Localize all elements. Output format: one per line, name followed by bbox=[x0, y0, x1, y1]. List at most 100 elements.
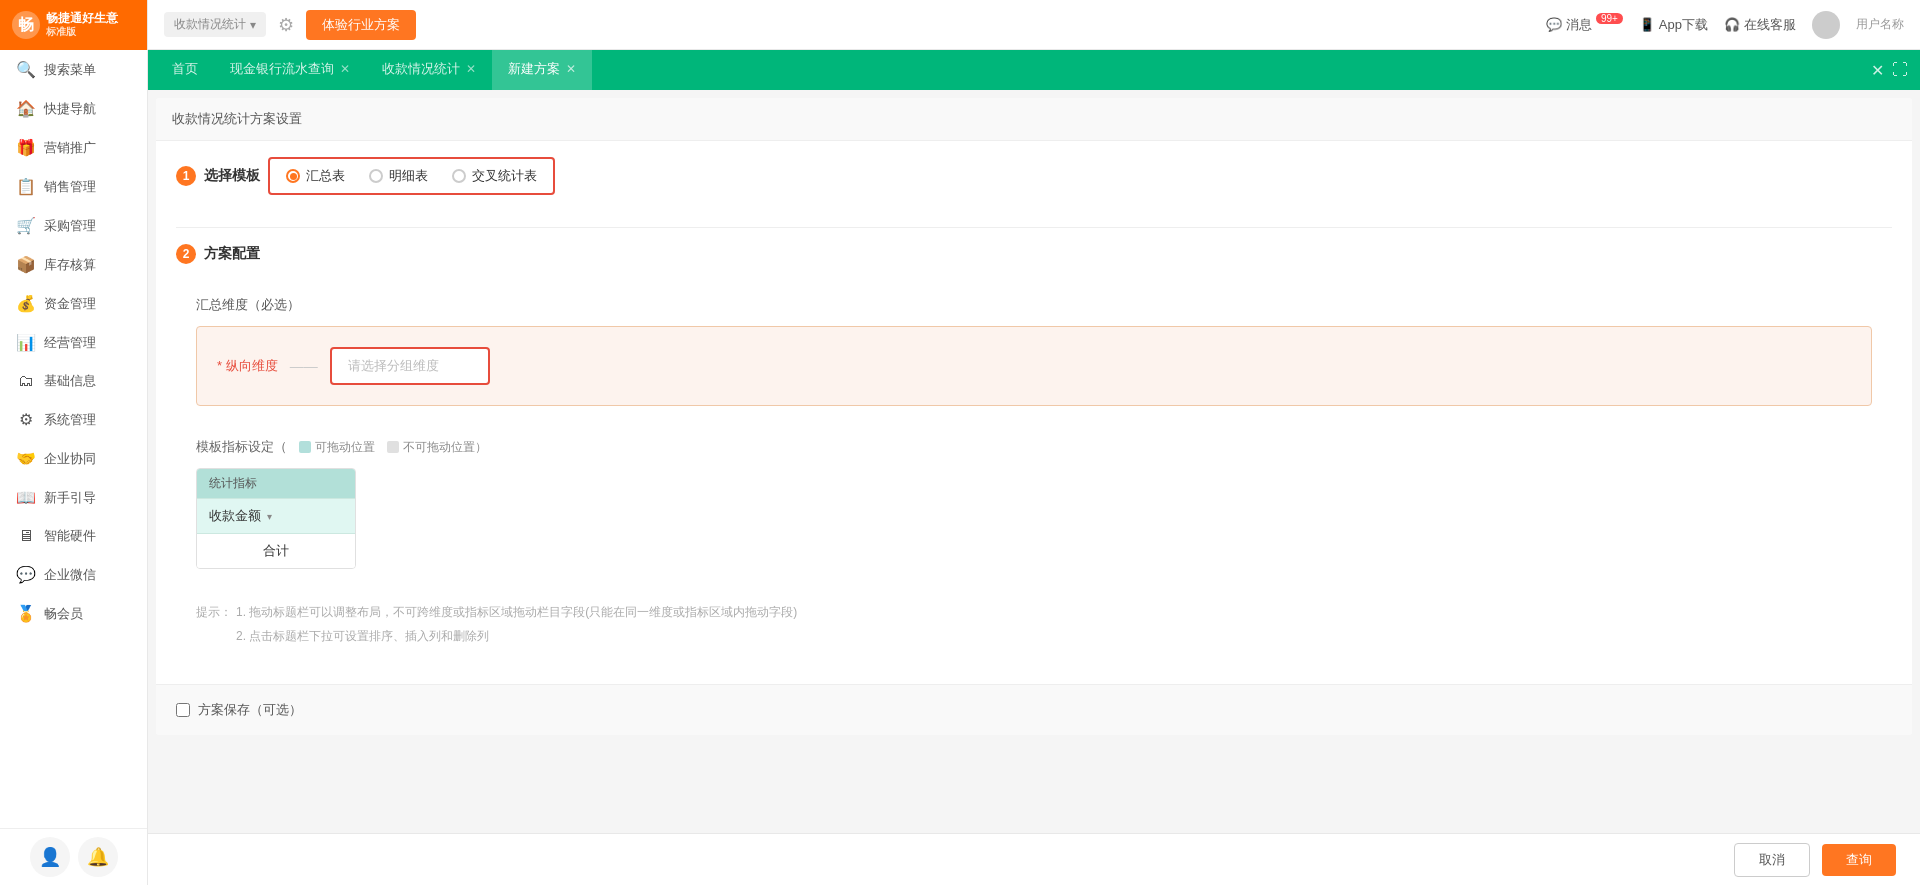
save-label: 方案保存（可选） bbox=[198, 701, 302, 719]
sidebar-item-guide[interactable]: 📖 新手引导 bbox=[0, 478, 147, 517]
section-2-title: 2 方案配置 bbox=[176, 244, 1892, 264]
chevron-down-icon: ▾ bbox=[250, 18, 256, 32]
money-icon: 💰 bbox=[16, 294, 36, 313]
sidebar-item-hardware[interactable]: 🖥 智能硬件 bbox=[0, 517, 147, 555]
sidebar-item-label: 快捷导航 bbox=[44, 100, 96, 118]
app-download-item[interactable]: 📱 App下载 bbox=[1639, 16, 1708, 34]
handshake-icon: 🤝 bbox=[16, 449, 36, 468]
tab-close-icon[interactable]: ✕ bbox=[566, 62, 576, 76]
metrics-column-header[interactable]: 收款金额 ▾ bbox=[197, 499, 355, 534]
home-icon: 🏠 bbox=[16, 99, 36, 118]
radio-summary[interactable]: 汇总表 bbox=[286, 167, 345, 185]
sidebar-item-label: 新手引导 bbox=[44, 489, 96, 507]
settings-icon[interactable]: ⚙ bbox=[278, 14, 294, 36]
breadcrumb: 收款情况统计 ▾ bbox=[164, 12, 266, 37]
clipboard-icon: 📋 bbox=[16, 177, 36, 196]
radio-cross-label: 交叉统计表 bbox=[472, 167, 537, 185]
message-item[interactable]: 💬 消息 99+ bbox=[1546, 16, 1623, 34]
logo-icon: 畅 bbox=[12, 11, 40, 39]
sidebar-item-corp[interactable]: 🤝 企业协同 bbox=[0, 439, 147, 478]
service-icon: 🎧 bbox=[1724, 17, 1740, 32]
draggable-label: 可拖动位置 bbox=[315, 439, 375, 456]
arrow-icon: —— bbox=[290, 358, 318, 374]
sidebar-bottom: 👤 🔔 bbox=[0, 828, 147, 885]
tips-section: 提示： 1. 拖动标题栏可以调整布局，不可跨维度或指标区域拖动栏目字段(只能在同… bbox=[176, 588, 1892, 668]
tab-bar: 首页 现金银行流水查询 ✕ 收款情况统计 ✕ 新建方案 ✕ ✕ ⛶ bbox=[148, 50, 1920, 90]
tab-home[interactable]: 首页 bbox=[156, 50, 214, 90]
metrics-table: 统计指标 收款金额 ▾ 合计 bbox=[196, 468, 356, 569]
download-icon: 📱 bbox=[1639, 17, 1655, 32]
sidebar-item-inventory[interactable]: 📦 库存核算 bbox=[0, 245, 147, 284]
tab-close-icon[interactable]: ✕ bbox=[466, 62, 476, 76]
sidebar-item-label: 畅会员 bbox=[44, 605, 83, 623]
radio-dot-summary bbox=[290, 173, 297, 180]
draggable-indicator bbox=[299, 441, 311, 453]
sidebar-item-purchase[interactable]: 🛒 采购管理 bbox=[0, 206, 147, 245]
dimension-section: 汇总维度（必选） * 纵向维度 —— 请选择分组维度 bbox=[176, 280, 1892, 422]
sidebar-item-finance[interactable]: 💰 资金管理 bbox=[0, 284, 147, 323]
cart-icon: 🛒 bbox=[16, 216, 36, 235]
sidebar-item-wechat[interactable]: 💬 企业微信 bbox=[0, 555, 147, 594]
dimension-area: * 纵向维度 —— 请选择分组维度 bbox=[196, 326, 1872, 406]
radio-circle-detail bbox=[369, 169, 383, 183]
content-area: 收款情况统计方案设置 1 选择模板 汇总表 bbox=[148, 90, 1920, 833]
radio-cross[interactable]: 交叉统计表 bbox=[452, 167, 537, 185]
metrics-stats-label: 统计指标 bbox=[197, 469, 355, 499]
tab-payment-stats-label: 收款情况统计 bbox=[382, 60, 460, 78]
section-2-num: 2 bbox=[176, 244, 196, 264]
box-icon: 📦 bbox=[16, 255, 36, 274]
cancel-button[interactable]: 取消 bbox=[1734, 843, 1810, 877]
radio-circle-cross bbox=[452, 169, 466, 183]
sidebar-item-basics[interactable]: 🗂 基础信息 bbox=[0, 362, 147, 400]
sidebar-item-search[interactable]: 🔍 搜索菜单 bbox=[0, 50, 147, 89]
user-avatar-btn[interactable]: 👤 bbox=[30, 837, 70, 877]
sidebar-item-label: 系统管理 bbox=[44, 411, 96, 429]
logo-sub: 标准版 bbox=[46, 25, 118, 39]
sidebar-item-operations[interactable]: 📊 经营管理 bbox=[0, 323, 147, 362]
section-1-num: 1 bbox=[176, 166, 196, 186]
close-window-icon[interactable]: ✕ bbox=[1871, 61, 1884, 80]
dimension-select[interactable]: 请选择分组维度 bbox=[330, 347, 490, 385]
logo-title: 畅捷通好生意 bbox=[46, 11, 118, 25]
sidebar-item-marketing[interactable]: 🎁 营销推广 bbox=[0, 128, 147, 167]
query-button[interactable]: 查询 bbox=[1822, 844, 1896, 876]
gear-icon: ⚙ bbox=[16, 410, 36, 429]
message-icon: 💬 bbox=[1546, 17, 1562, 32]
top-header: 收款情况统计 ▾ ⚙ 体验行业方案 💬 消息 99+ 📱 App下载 🎧 在线客… bbox=[148, 0, 1920, 50]
sidebar-item-label: 基础信息 bbox=[44, 372, 96, 390]
folder-icon: 🗂 bbox=[16, 372, 36, 390]
medal-icon: 🏅 bbox=[16, 604, 36, 623]
fullscreen-icon[interactable]: ⛶ bbox=[1892, 61, 1908, 79]
online-service-item[interactable]: 🎧 在线客服 bbox=[1724, 16, 1796, 34]
sidebar-item-sales[interactable]: 📋 销售管理 bbox=[0, 167, 147, 206]
chat-icon: 💬 bbox=[16, 565, 36, 584]
sidebar-item-label: 企业微信 bbox=[44, 566, 96, 584]
metrics-title: 模板指标设定（ bbox=[196, 438, 287, 456]
sidebar-item-label: 资金管理 bbox=[44, 295, 96, 313]
notification-btn[interactable]: 🔔 bbox=[78, 837, 118, 877]
tab-close-icon[interactable]: ✕ bbox=[340, 62, 350, 76]
radio-detail[interactable]: 明细表 bbox=[369, 167, 428, 185]
page-title: 收款情况统计方案设置 bbox=[172, 111, 302, 126]
sidebar-item-label: 企业协同 bbox=[44, 450, 96, 468]
sidebar-item-label: 智能硬件 bbox=[44, 527, 96, 545]
sidebar-item-quick-nav[interactable]: 🏠 快捷导航 bbox=[0, 89, 147, 128]
save-section: 方案保存（可选） bbox=[156, 684, 1912, 735]
metrics-section: 模板指标设定（ 可拖动位置 不可拖动位置） 统计指标 bbox=[176, 422, 1892, 588]
tips-item-1: 1. 拖动标题栏可以调整布局，不可跨维度或指标区域拖动栏目字段(只能在同一维度或… bbox=[236, 600, 797, 624]
radio-circle-summary bbox=[286, 169, 300, 183]
radio-detail-label: 明细表 bbox=[389, 167, 428, 185]
tab-new-plan[interactable]: 新建方案 ✕ bbox=[492, 50, 592, 90]
tab-payment-stats[interactable]: 收款情况统计 ✕ bbox=[366, 50, 492, 90]
save-checkbox[interactable] bbox=[176, 703, 190, 717]
sidebar-item-system[interactable]: ⚙ 系统管理 bbox=[0, 400, 147, 439]
main-area: 收款情况统计 ▾ ⚙ 体验行业方案 💬 消息 99+ 📱 App下载 🎧 在线客… bbox=[148, 0, 1920, 885]
section-2-label: 方案配置 bbox=[204, 245, 260, 263]
tips-row-1: 提示： 1. 拖动标题栏可以调整布局，不可跨维度或指标区域拖动栏目字段(只能在同… bbox=[196, 600, 1872, 624]
section-1-template: 1 选择模板 汇总表 明细表 bbox=[156, 141, 1912, 227]
tab-cash-flow[interactable]: 现金银行流水查询 ✕ bbox=[214, 50, 366, 90]
trial-industry-button[interactable]: 体验行业方案 bbox=[306, 10, 416, 40]
footer-bar: 取消 查询 bbox=[148, 833, 1920, 885]
message-badge: 99+ bbox=[1596, 13, 1623, 24]
sidebar-item-member[interactable]: 🏅 畅会员 bbox=[0, 594, 147, 633]
